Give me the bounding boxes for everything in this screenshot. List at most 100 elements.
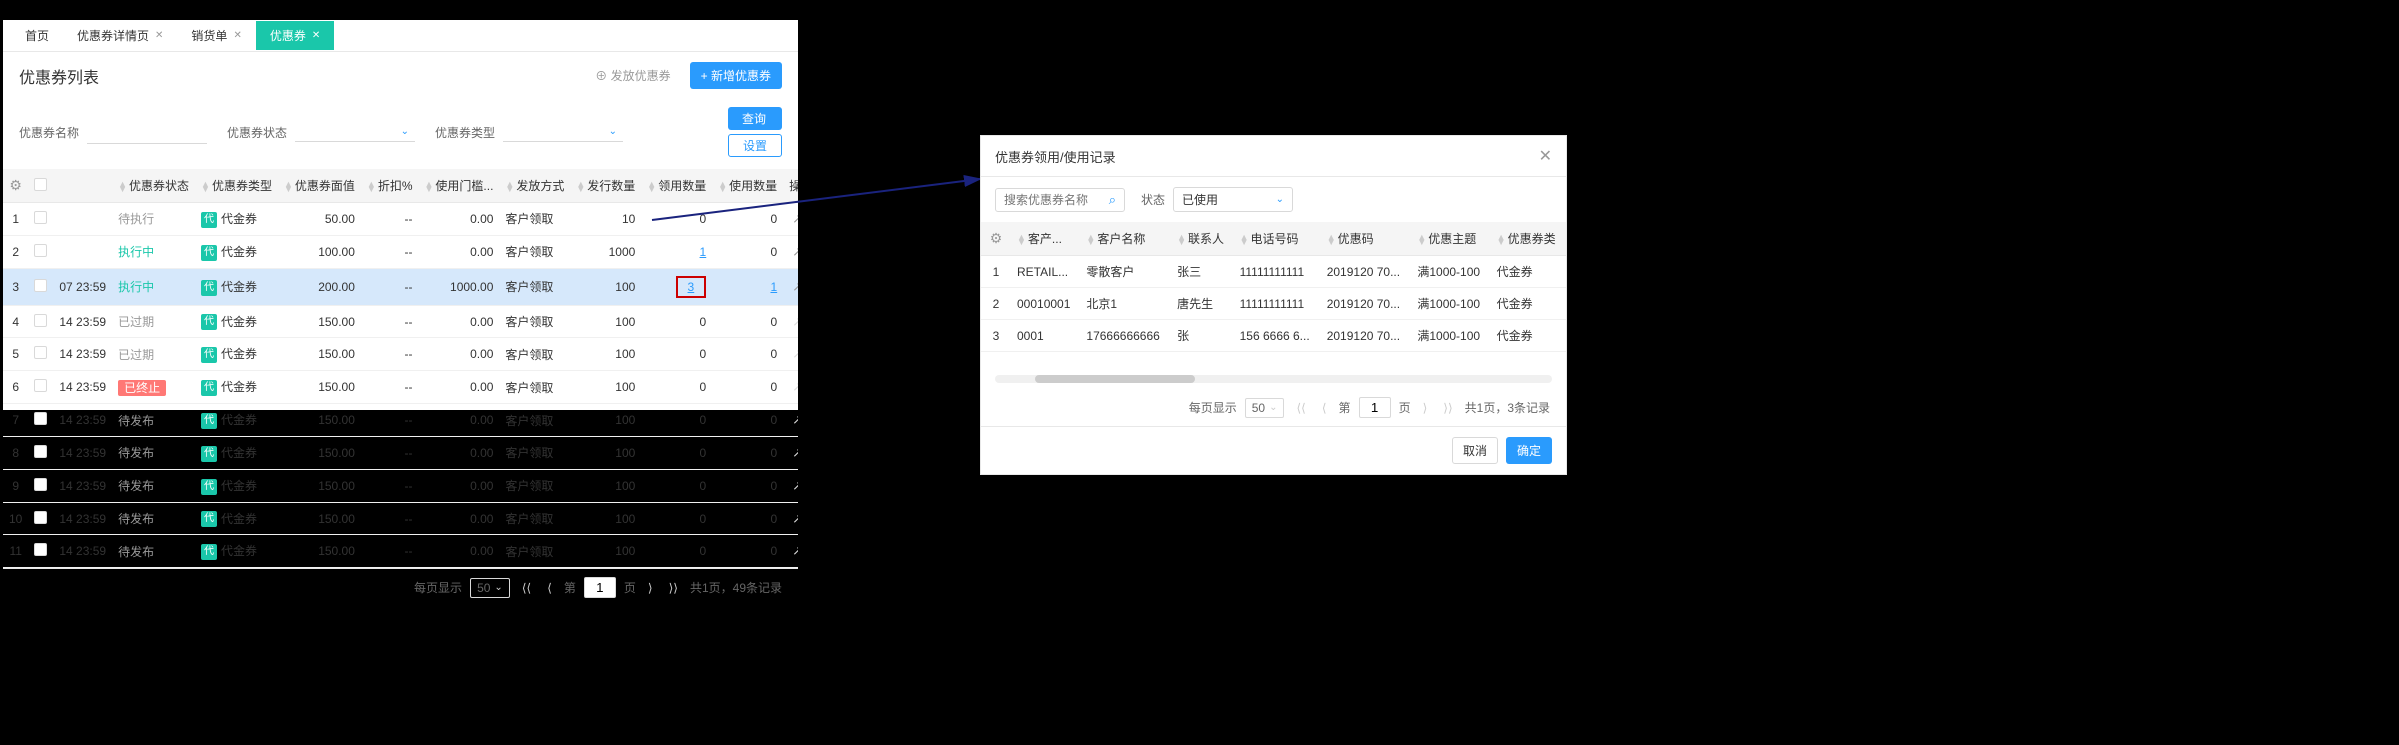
table-row[interactable]: 3 0001 17666666666 张 156 6666 6... 20191…	[981, 320, 1566, 352]
table-row[interactable]: 5 14 23:59 已过期 代代金券 150.00 -- 0.00 客户领取 …	[3, 338, 798, 371]
table-row[interactable]: 8 14 23:59 待发布 代代金券 150.00 -- 0.00 客户领取 …	[3, 436, 798, 469]
per-page-select[interactable]: 50 ⌄	[1245, 398, 1285, 418]
table-row[interactable]: 3 07 23:59 执行中 代代金券 200.00 -- 1000.00 客户…	[3, 268, 798, 305]
close-icon[interactable]: ✕	[1539, 146, 1552, 166]
col-used[interactable]: ▲▼使用数量	[712, 169, 783, 203]
row-checkbox[interactable]	[28, 338, 53, 371]
search-input[interactable]	[1004, 193, 1104, 207]
col-ctype[interactable]: ▲▼优惠券类	[1491, 222, 1566, 256]
first-page-button[interactable]: ⟨⟨	[518, 581, 535, 595]
claimed-link[interactable]: 1	[700, 245, 707, 259]
share-icon[interactable]: ↗	[792, 211, 798, 226]
cancel-button[interactable]: 取消	[1452, 437, 1498, 464]
claimed-link[interactable]: 3	[676, 276, 707, 298]
share-icon[interactable]: ↗	[792, 445, 798, 460]
last-page-button[interactable]: ⟩⟩	[1439, 401, 1456, 415]
cell-method: 客户领取	[499, 469, 570, 502]
table-row[interactable]: 1 待执行 代代金券 50.00 -- 0.00 客户领取 10 0 0 ↗ ⊞	[3, 203, 798, 236]
col-type[interactable]: ▲▼优惠券类型	[195, 169, 278, 203]
share-icon[interactable]: ↗	[792, 412, 798, 427]
table-row[interactable]: 11 14 23:59 待发布 代代金券 150.00 -- 0.00 客户领取…	[3, 535, 798, 568]
col-claimed[interactable]: ▲▼领用数量	[641, 169, 712, 203]
settings-button[interactable]: 设置	[728, 134, 782, 157]
search-button[interactable]: 查询	[728, 107, 782, 130]
table-row[interactable]: 10 14 23:59 待发布 代代金券 150.00 -- 0.00 客户领取…	[3, 502, 798, 535]
tab-home[interactable]: 首页	[11, 21, 63, 50]
next-page-button[interactable]: ⟩	[1419, 401, 1432, 415]
close-icon[interactable]: ✕	[312, 30, 320, 41]
share-icon[interactable]: ↗	[792, 279, 798, 294]
col-status[interactable]: ▲▼优惠券状态	[112, 169, 195, 203]
ok-button[interactable]: 确定	[1506, 437, 1552, 464]
row-checkbox[interactable]	[28, 371, 53, 404]
col-checkbox[interactable]	[28, 169, 53, 203]
coupon-name-input[interactable]	[87, 121, 207, 144]
row-checkbox[interactable]	[28, 203, 53, 236]
search-icon[interactable]: ⌕	[1109, 192, 1116, 208]
first-page-button[interactable]: ⟨⟨	[1292, 401, 1309, 415]
share-icon[interactable]: ↗	[792, 244, 798, 259]
add-coupon-button[interactable]: + 新增优惠券	[690, 62, 782, 89]
col-phone[interactable]: ▲▼电话号码	[1234, 222, 1321, 256]
tab-detail[interactable]: 优惠券详情页✕	[63, 21, 177, 50]
status-badge: 待发布	[118, 413, 154, 429]
page-input[interactable]	[584, 577, 616, 598]
coupon-status-select[interactable]: ⌄	[295, 122, 415, 142]
search-box[interactable]: ⌕	[995, 188, 1125, 212]
share-icon[interactable]: ↗	[792, 346, 798, 361]
table-row[interactable]: 1 RETAIL... 零散客户 张三 11111111111 2019120 …	[981, 256, 1566, 288]
share-icon[interactable]: ↗	[792, 478, 798, 493]
col-threshold[interactable]: ▲▼使用门槛...	[418, 169, 499, 203]
tab-sales[interactable]: 销货单✕	[177, 21, 255, 50]
table-row[interactable]: 9 14 23:59 待发布 代代金券 150.00 -- 0.00 客户领取 …	[3, 469, 798, 502]
row-checkbox[interactable]	[28, 469, 53, 502]
tab-coupon[interactable]: 优惠券✕	[256, 21, 334, 50]
col-subject[interactable]: ▲▼优惠主题	[1411, 222, 1490, 256]
prev-page-button[interactable]: ⟨	[1318, 401, 1331, 415]
col-discount[interactable]: ▲▼折扣%	[361, 169, 419, 203]
col-cust-name[interactable]: ▲▼客户名称	[1080, 222, 1171, 256]
share-icon[interactable]: ↗	[792, 543, 798, 558]
scrollbar-thumb[interactable]	[1035, 375, 1195, 383]
col-gear[interactable]: ⚙	[3, 169, 28, 203]
close-icon[interactable]: ✕	[155, 30, 163, 41]
row-checkbox[interactable]	[28, 404, 53, 437]
col-coupon-code[interactable]: ▲▼优惠码	[1321, 222, 1412, 256]
col-cust-code[interactable]: ▲▼客产...	[1011, 222, 1080, 256]
prev-page-button[interactable]: ⟨	[543, 581, 556, 595]
table-row[interactable]: 7 14 23:59 待发布 代代金券 150.00 -- 0.00 客户领取 …	[3, 404, 798, 437]
row-checkbox[interactable]	[28, 235, 53, 268]
table-row[interactable]: 2 00010001 北京1 唐先生 11111111111 2019120 7…	[981, 288, 1566, 320]
table-row[interactable]: 2 执行中 代代金券 100.00 -- 0.00 客户领取 1000 1 0 …	[3, 235, 798, 268]
table-row[interactable]: 4 14 23:59 已过期 代代金券 150.00 -- 0.00 客户领取 …	[3, 305, 798, 338]
per-page-select[interactable]: 50 ⌄	[470, 578, 510, 598]
row-checkbox[interactable]	[28, 305, 53, 338]
last-page-button[interactable]: ⟩⟩	[665, 581, 682, 595]
table-row[interactable]: 6 14 23:59 已终止 代代金券 150.00 -- 0.00 客户领取 …	[3, 371, 798, 404]
col-contact[interactable]: ▲▼联系人	[1171, 222, 1234, 256]
col-method[interactable]: ▲▼发放方式	[499, 169, 570, 203]
sort-icon: ▲▼	[576, 182, 585, 192]
row-checkbox[interactable]	[28, 535, 53, 568]
state-select[interactable]: 已使用 ⌄	[1173, 187, 1293, 212]
page-input[interactable]	[1359, 397, 1391, 418]
share-icon[interactable]: ↗	[792, 379, 798, 394]
coupon-type-select[interactable]: ⌄	[503, 122, 623, 142]
col-gear[interactable]: ⚙	[981, 222, 1011, 256]
issue-coupon-button[interactable]: ⊕ 发放优惠券	[584, 62, 681, 89]
row-checkbox[interactable]	[28, 502, 53, 535]
sort-icon: ▲▼	[1417, 235, 1426, 245]
share-icon[interactable]: ↗	[792, 511, 798, 526]
col-time[interactable]	[53, 169, 112, 203]
next-page-button[interactable]: ⟩	[644, 581, 657, 595]
row-checkbox[interactable]	[28, 268, 53, 305]
share-icon[interactable]: ↗	[792, 314, 798, 329]
used-link[interactable]: 1	[770, 280, 777, 294]
close-icon[interactable]: ✕	[233, 30, 241, 41]
cell-coupon-code: 2019120 70...	[1321, 288, 1412, 320]
col-face[interactable]: ▲▼优惠券面值	[278, 169, 361, 203]
col-issue[interactable]: ▲▼发行数量	[570, 169, 641, 203]
horizontal-scrollbar[interactable]	[995, 375, 1552, 383]
cell-used: 1	[712, 268, 783, 305]
row-checkbox[interactable]	[28, 436, 53, 469]
